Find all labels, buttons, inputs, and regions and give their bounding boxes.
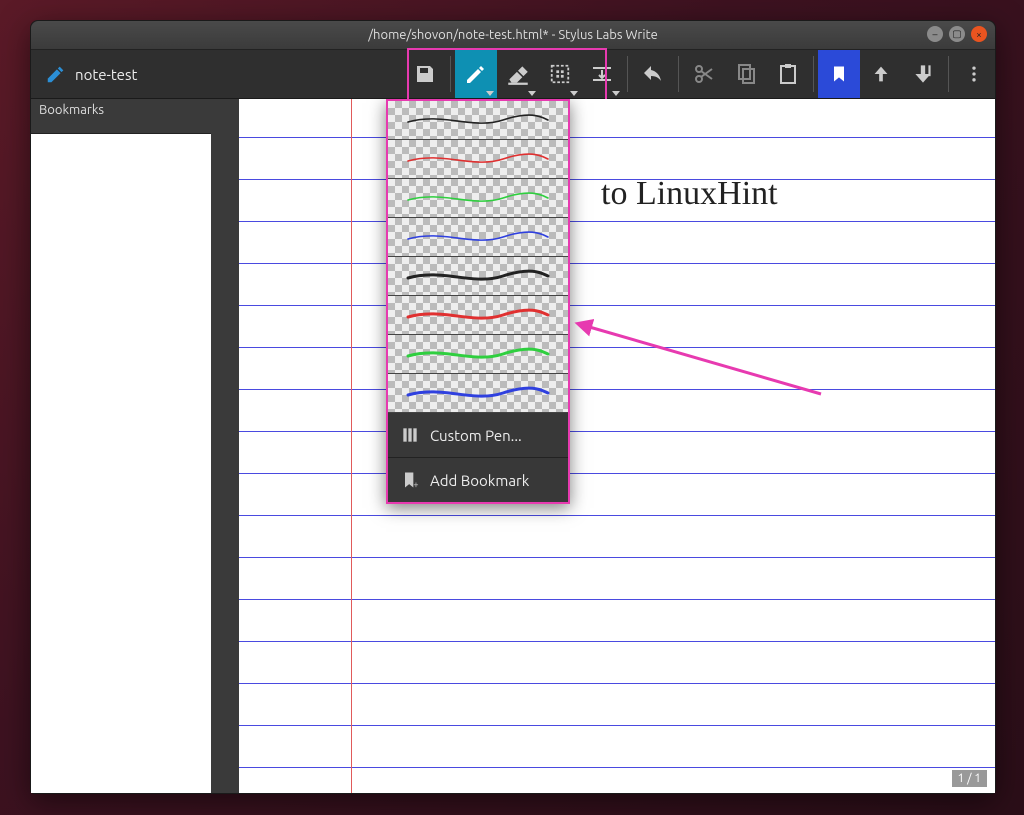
sidebar-body[interactable]	[31, 134, 211, 793]
add-bookmark-label: Add Bookmark	[430, 472, 529, 489]
cut-icon	[692, 62, 716, 86]
pen-tool-button[interactable]	[455, 50, 497, 98]
paste-button[interactable]	[767, 50, 809, 98]
pen-icon	[45, 63, 67, 85]
page-up-button[interactable]	[860, 50, 902, 98]
page-down-icon	[910, 61, 936, 87]
pen-swatch-0[interactable]	[388, 101, 568, 140]
pen-dropdown: Custom Pen... + Add Bookmark	[386, 99, 570, 504]
pen-swatch-7[interactable]	[388, 374, 568, 413]
page-counter: 1 / 1	[952, 770, 987, 787]
maximize-button[interactable]: ▢	[949, 26, 965, 42]
canvas-area[interactable]: to LinuxHint 1 / 1 Custom Pen... + Add Boo…	[211, 99, 995, 793]
page-up-icon	[870, 63, 892, 85]
pen-swatch-2[interactable]	[388, 179, 568, 218]
overflow-menu-icon	[964, 62, 984, 86]
pen-swatch-5[interactable]	[388, 296, 568, 335]
undo-icon	[641, 62, 665, 86]
add-bookmark-item[interactable]: + Add Bookmark	[388, 457, 568, 502]
insert-space-icon	[590, 62, 614, 86]
cut-button[interactable]	[683, 50, 725, 98]
overflow-menu-button[interactable]	[953, 50, 995, 98]
custom-pen-label: Custom Pen...	[430, 427, 522, 444]
custom-pen-item[interactable]: Custom Pen...	[388, 413, 568, 457]
pen-swatch-1[interactable]	[388, 140, 568, 179]
bookmark-icon	[829, 62, 849, 86]
toolbar: note-test	[31, 50, 995, 99]
eraser-tool-button[interactable]	[497, 50, 539, 98]
eraser-icon	[505, 61, 531, 87]
pen-swatch-4[interactable]	[388, 257, 568, 296]
window-title: /home/shovon/note-test.html* - Stylus La…	[368, 28, 658, 42]
insert-space-button[interactable]	[581, 50, 623, 98]
selection-icon	[549, 63, 571, 85]
add-bookmark-icon: +	[400, 470, 420, 490]
save-icon	[413, 62, 437, 86]
document-tab[interactable]: note-test	[31, 63, 151, 85]
copy-icon	[734, 62, 758, 86]
undo-button[interactable]	[632, 50, 674, 98]
titlebar: /home/shovon/note-test.html* - Stylus La…	[31, 21, 995, 50]
pen-swatch-3[interactable]	[388, 218, 568, 257]
bookmark-button[interactable]	[818, 50, 860, 98]
page-down-button[interactable]	[902, 50, 944, 98]
pen-icon	[464, 62, 488, 86]
window-controls: – ▢ ×	[927, 26, 987, 42]
sidebar-header: Bookmarks	[31, 99, 211, 134]
close-button[interactable]: ×	[971, 26, 987, 42]
app-window: /home/shovon/note-test.html* - Stylus La…	[30, 20, 996, 794]
handwritten-text: to LinuxHint	[601, 175, 778, 213]
copy-button[interactable]	[725, 50, 767, 98]
pen-swatch-6[interactable]	[388, 335, 568, 374]
sidebar: Bookmarks	[31, 99, 211, 793]
minimize-button[interactable]: –	[927, 26, 943, 42]
paste-icon	[776, 62, 800, 86]
tab-label: note-test	[75, 66, 137, 83]
content-area: Bookmarks to LinuxHint 1 / 1 Custom Pen.…	[31, 99, 995, 793]
page[interactable]: to LinuxHint	[239, 99, 995, 793]
svg-text:+: +	[413, 479, 418, 490]
selection-tool-button[interactable]	[539, 50, 581, 98]
custom-pen-icon	[400, 425, 420, 445]
save-button[interactable]	[404, 50, 446, 98]
